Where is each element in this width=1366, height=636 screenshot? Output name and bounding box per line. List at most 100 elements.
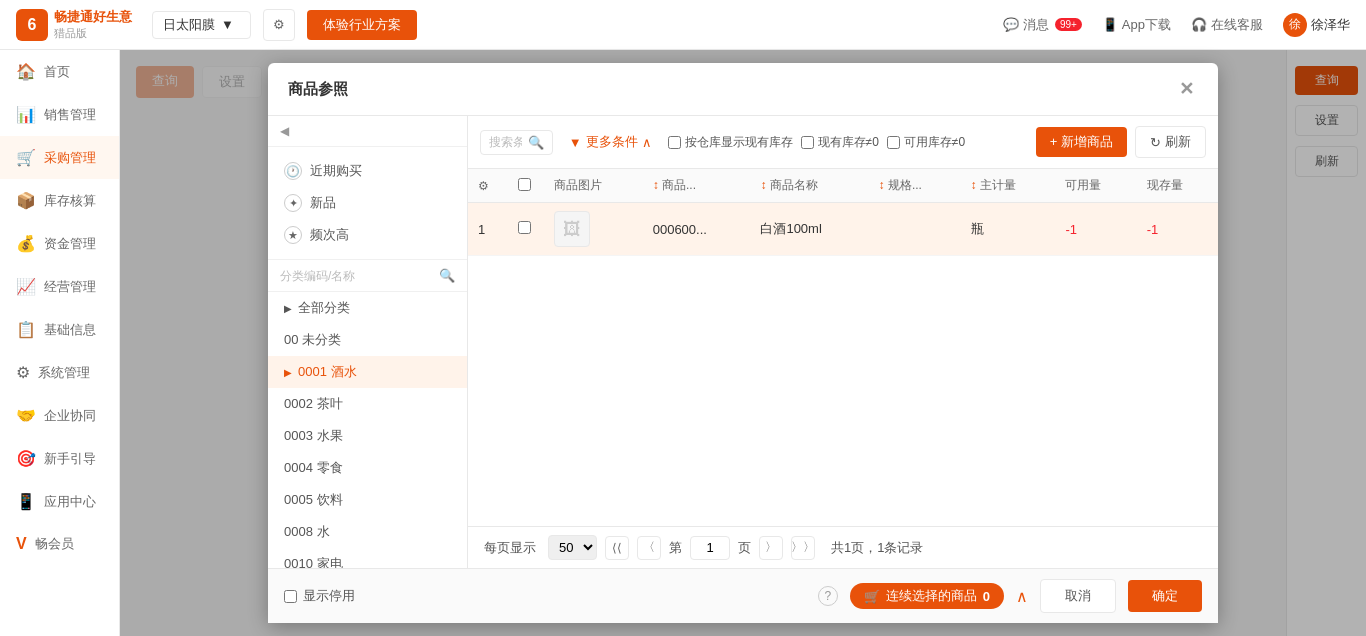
next-page-button[interactable]: 〉 [759,536,783,560]
usable-stock-checkbox-label[interactable]: 可用库存≠0 [887,134,965,151]
category-search-input[interactable] [280,269,433,283]
company-selector[interactable]: 日太阳膜 ▼ [152,11,251,39]
last-page-button[interactable]: 〉〉 [791,536,815,560]
category-unclassified[interactable]: 00 未分类 [268,324,467,356]
message-button[interactable]: 💬 消息 99+ [1003,16,1082,34]
warehouse-checkbox[interactable] [668,136,681,149]
user-avatar[interactable]: 徐 徐泽华 [1283,13,1350,37]
category-list: ▶ 全部分类 00 未分类 ▶ 0001 酒水 0002 茶 [268,292,467,568]
quick-filters: 🕐 近期购买 ✦ 新品 ★ 频次高 [268,147,467,260]
prev-page-button[interactable]: 〈 [637,536,661,560]
category-beverage[interactable]: 0005 饮料 [268,484,467,516]
sidebar-item-cooperation[interactable]: 🤝 企业协同 [0,394,119,437]
row-select-checkbox[interactable] [518,221,531,234]
refresh-button[interactable]: ↻ 刷新 [1135,126,1206,158]
row-code: 000600... [643,203,751,256]
phone-icon: 📱 [1102,17,1118,32]
purchase-icon: 🛒 [16,148,36,167]
category-search-icon[interactable]: 🔍 [439,268,455,283]
category-electronics[interactable]: 0010 家电 [268,548,467,568]
quick-filter-frequent[interactable]: ★ 频次高 [268,219,467,251]
refresh-icon: ↻ [1150,135,1161,150]
cancel-button[interactable]: 取消 [1040,579,1116,613]
sidebar-item-member[interactable]: V 畅会员 [0,523,119,565]
settings-icon[interactable]: ⚙ [263,9,295,41]
category-snack[interactable]: 0004 零食 [268,452,467,484]
row-name: 白酒100ml [750,203,868,256]
category-water[interactable]: 0008 水 [268,516,467,548]
category-liquor[interactable]: ▶ 0001 酒水 [268,356,467,388]
message-badge: 99+ [1055,18,1082,31]
help-icon[interactable]: ? [818,586,838,606]
available-stock-checkbox-label[interactable]: 现有库存≠0 [801,134,879,151]
per-page-select[interactable]: 50 [548,535,597,560]
product-search-input[interactable] [489,135,522,149]
online-service-button[interactable]: 🎧 在线客服 [1191,16,1263,34]
search-icon[interactable]: 🔍 [528,135,544,150]
cooperation-icon: 🤝 [16,406,36,425]
quick-filter-recent[interactable]: 🕐 近期购买 [268,155,467,187]
category-tea[interactable]: 0002 茶叶 [268,388,467,420]
row-checkbox[interactable] [508,203,544,256]
first-page-button[interactable]: ⟨⟨ [605,536,629,560]
product-thumbnail: 🖼 [554,211,590,247]
show-disabled-label[interactable]: 显示停用 [284,587,355,605]
sidebar: 🏠 首页 📊 销售管理 🛒 采购管理 📦 库存核算 💰 资金管理 📈 经营管理 … [0,50,120,636]
modal-footer: 显示停用 ? 🛒 连续选择的商品 0 ∧ 取消 确定 [268,568,1218,623]
new-icon: ✦ [284,194,302,212]
main-layout: 🏠 首页 📊 销售管理 🛒 采购管理 📦 库存核算 💰 资金管理 📈 经营管理 … [0,50,1366,636]
sort-icon: ↕ [760,178,766,192]
show-disabled-checkbox[interactable] [284,590,297,603]
add-product-button[interactable]: + 新增商品 [1036,127,1127,157]
col-name[interactable]: ↕ 商品名称 [750,169,868,203]
content-area: 查询 设置 商品参照 ✕ ◀ [120,50,1366,636]
modal-left-panel: ◀ 🕐 近期购买 ✦ 新品 [268,116,468,568]
sidebar-item-app-center[interactable]: 📱 应用中心 [0,480,119,523]
category-fruit[interactable]: 0003 水果 [268,420,467,452]
more-filters-button[interactable]: ▼ 更多条件 ∧ [561,129,660,155]
warehouse-checkbox-label[interactable]: 按仓库显示现有库存 [668,134,793,151]
cart-selection-area[interactable]: 🛒 连续选择的商品 0 [850,583,1004,609]
modal-close-button[interactable]: ✕ [1174,77,1198,101]
sidebar-item-purchase[interactable]: 🛒 采购管理 [0,136,119,179]
sidebar-item-sales[interactable]: 📊 销售管理 [0,93,119,136]
col-spec[interactable]: ↕ 规格... [869,169,961,203]
available-stock-checkbox[interactable] [801,136,814,149]
sidebar-item-home[interactable]: 🏠 首页 [0,50,119,93]
page-number-input[interactable] [690,536,730,560]
quick-filter-new[interactable]: ✦ 新品 [268,187,467,219]
select-all-checkbox[interactable] [518,178,531,191]
row-image: 🖼 [544,203,643,256]
sidebar-item-operations[interactable]: 📈 经营管理 [0,265,119,308]
frequent-icon: ★ [284,226,302,244]
cart-icon: 🛒 [864,589,880,604]
col-unit[interactable]: ↕ 主计量 [961,169,1056,203]
experience-button[interactable]: 体验行业方案 [307,10,417,40]
selected-count-badge: 0 [983,589,990,604]
table-row[interactable]: 1 🖼 [468,203,1218,256]
confirm-button[interactable]: 确定 [1128,580,1202,612]
sidebar-item-inventory[interactable]: 📦 库存核算 [0,179,119,222]
pagination: 每页显示 50 ⟨⟨ 〈 第 页 〉 〉〉 共1页，1条记录 [468,526,1218,568]
col-settings[interactable]: ⚙ [468,169,508,203]
recent-icon: 🕐 [284,162,302,180]
app-center-icon: 📱 [16,492,36,511]
sidebar-item-system[interactable]: ⚙ 系统管理 [0,351,119,394]
col-checkbox [508,169,544,203]
usable-stock-checkbox[interactable] [887,136,900,149]
app-download-button[interactable]: 📱 App下载 [1102,16,1171,34]
category-all[interactable]: ▶ 全部分类 [268,292,467,324]
collapse-button[interactable]: ∧ [1016,587,1028,606]
expand-icon: ▶ [284,303,292,314]
sidebar-item-basic-info[interactable]: 📋 基础信息 [0,308,119,351]
sidebar-item-finance[interactable]: 💰 资金管理 [0,222,119,265]
col-code[interactable]: ↕ 商品... [643,169,751,203]
sidebar-item-guide[interactable]: 🎯 新手引导 [0,437,119,480]
col-available: 可用量 [1055,169,1136,203]
row-unit: 瓶 [961,203,1056,256]
avatar: 徐 [1283,13,1307,37]
nav-right: 💬 消息 99+ 📱 App下载 🎧 在线客服 徐 徐泽华 [1003,13,1350,37]
modal-header: 商品参照 ✕ [268,63,1218,116]
modal-title: 商品参照 [288,80,348,99]
filter-active-icon: ∧ [642,135,652,150]
